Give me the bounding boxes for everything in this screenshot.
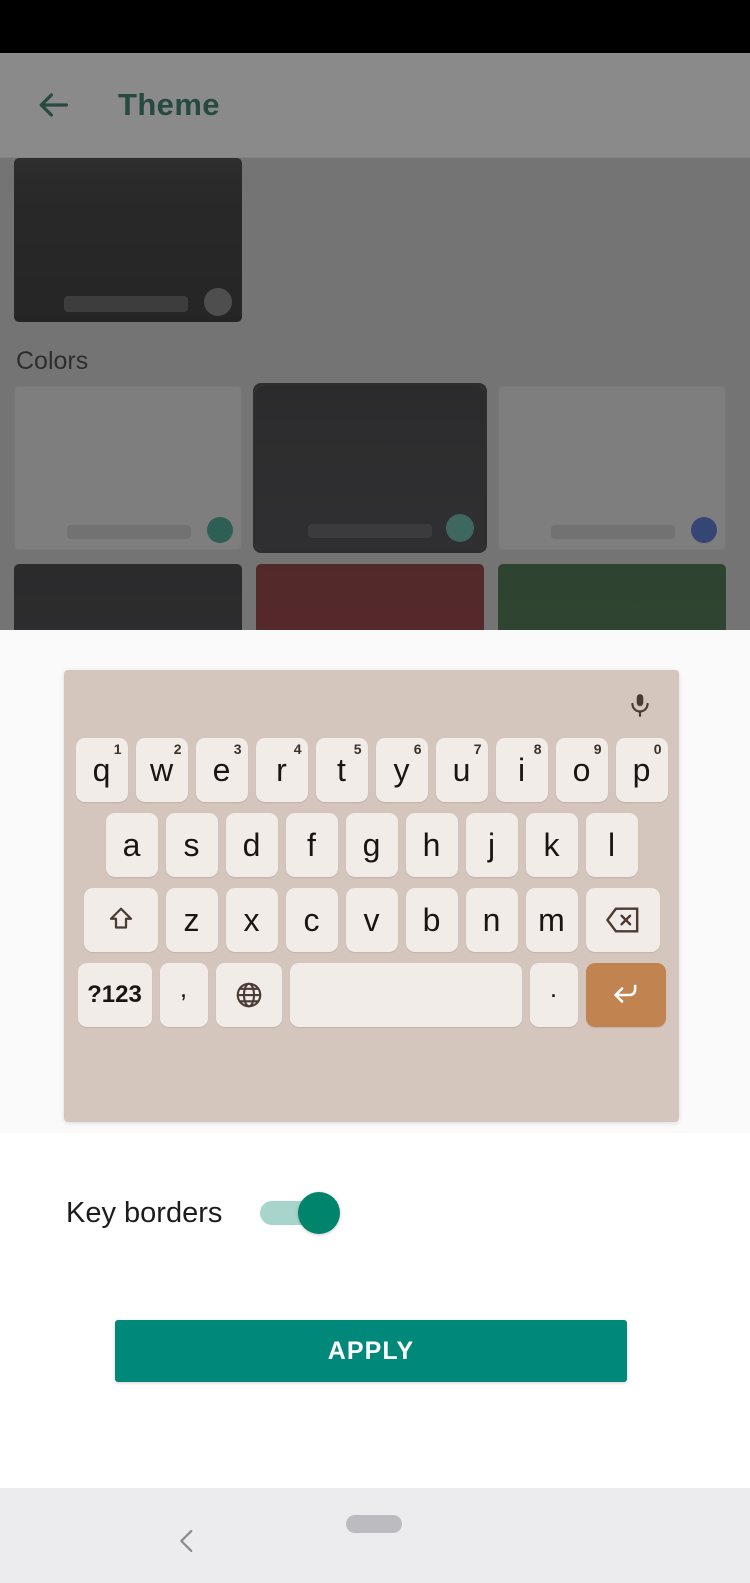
period-key[interactable]: . — [529, 963, 578, 1027]
key-label: i — [517, 751, 526, 788]
key-b[interactable]: b — [405, 888, 458, 952]
shift-icon[interactable] — [83, 888, 158, 952]
key-label: , — [179, 972, 188, 1003]
comma-key[interactable]: , — [159, 963, 208, 1027]
dim-scrim-overlay[interactable] — [0, 53, 750, 630]
key-g[interactable]: g — [345, 813, 398, 877]
key-k[interactable]: k — [525, 813, 578, 877]
key-t[interactable]: 5 t — [315, 738, 368, 802]
key-hint: 9 — [593, 741, 602, 757]
key-label: y — [393, 751, 410, 788]
key-z[interactable]: z — [165, 888, 218, 952]
keyboard-preview-area: 1 q 2 w 3 e 4 r 5 t 6 y 7 u 8 i 9 o 0 p … — [0, 630, 750, 1133]
key-o[interactable]: 9 o — [555, 738, 608, 802]
key-hint: 7 — [473, 741, 482, 757]
keyboard-row-4: ?123 , . — [70, 963, 673, 1027]
key-hint: 1 — [113, 741, 122, 757]
key-label: f — [307, 826, 316, 863]
key-label: e — [212, 751, 231, 788]
key-m[interactable]: m — [525, 888, 578, 952]
backspace-icon[interactable] — [585, 888, 660, 952]
key-a[interactable]: a — [105, 813, 158, 877]
key-v[interactable]: v — [345, 888, 398, 952]
key-hint: 2 — [173, 741, 182, 757]
keyboard-toolbar — [64, 670, 679, 738]
keyboard-row-3: z x c v b n m — [70, 888, 673, 952]
key-s[interactable]: s — [165, 813, 218, 877]
key-hint: 8 — [533, 741, 542, 757]
key-label: n — [482, 901, 501, 938]
key-u[interactable]: 7 u — [435, 738, 488, 802]
system-nav-bar — [0, 1488, 750, 1583]
toggle-thumb — [298, 1192, 341, 1234]
key-l[interactable]: l — [585, 813, 638, 877]
key-label: x — [243, 901, 260, 938]
apply-button[interactable]: APPLY — [115, 1320, 627, 1382]
key-label: r — [276, 751, 287, 788]
key-label: c — [303, 901, 320, 938]
home-pill[interactable] — [346, 1515, 402, 1533]
key-label: m — [538, 901, 565, 938]
key-label: w — [149, 751, 174, 788]
key-label: . — [549, 972, 558, 1003]
key-r[interactable]: 4 r — [255, 738, 308, 802]
key-label: v — [363, 901, 380, 938]
key-label: h — [422, 826, 441, 863]
key-y[interactable]: 6 y — [375, 738, 428, 802]
key-n[interactable]: n — [465, 888, 518, 952]
key-label: z — [183, 901, 200, 938]
key-label: p — [632, 751, 651, 788]
keyboard-row-1: 1 q 2 w 3 e 4 r 5 t 6 y 7 u 8 i 9 o 0 p — [70, 738, 673, 802]
phone-screen: Theme Colors — [0, 0, 750, 1583]
key-p[interactable]: 0 p — [615, 738, 668, 802]
key-i[interactable]: 8 i — [495, 738, 548, 802]
key-label: a — [122, 826, 141, 863]
key-label: d — [242, 826, 261, 863]
key-hint: 0 — [653, 741, 662, 757]
chevron-left-icon[interactable] — [170, 1524, 206, 1560]
key-f[interactable]: f — [285, 813, 338, 877]
key-j[interactable]: j — [465, 813, 518, 877]
key-borders-setting-row[interactable]: Key borders — [0, 1133, 750, 1293]
key-hint: 4 — [293, 741, 302, 757]
keyboard-row-2: a s d f g h j k l — [70, 813, 673, 877]
key-borders-label: Key borders — [66, 1196, 223, 1229]
globe-icon[interactable] — [215, 963, 282, 1027]
key-label: j — [487, 826, 496, 863]
key-label: l — [607, 826, 616, 863]
key-hint: 5 — [353, 741, 362, 757]
key-label: g — [362, 826, 381, 863]
key-x[interactable]: x — [225, 888, 278, 952]
keyboard-rows: 1 q 2 w 3 e 4 r 5 t 6 y 7 u 8 i 9 o 0 p … — [64, 738, 679, 1027]
keyboard-preview: 1 q 2 w 3 e 4 r 5 t 6 y 7 u 8 i 9 o 0 p … — [64, 670, 679, 1122]
key-borders-toggle[interactable] — [260, 1192, 341, 1234]
key-hint: 3 — [233, 741, 242, 757]
symbols-key[interactable]: ?123 — [77, 963, 152, 1027]
key-label: q — [92, 751, 111, 788]
key-e[interactable]: 3 e — [195, 738, 248, 802]
key-label: b — [422, 901, 441, 938]
key-d[interactable]: d — [225, 813, 278, 877]
key-label: u — [452, 751, 471, 788]
key-c[interactable]: c — [285, 888, 338, 952]
key-q[interactable]: 1 q — [75, 738, 128, 802]
key-hint: 6 — [413, 741, 422, 757]
key-label: k — [543, 826, 560, 863]
space-key[interactable] — [289, 963, 522, 1027]
enter-icon[interactable] — [585, 963, 666, 1027]
status-bar — [0, 0, 750, 53]
key-label: o — [572, 751, 591, 788]
key-w[interactable]: 2 w — [135, 738, 188, 802]
key-label: t — [337, 751, 346, 788]
key-label: s — [183, 826, 200, 863]
theme-apply-bottom-sheet: 1 q 2 w 3 e 4 r 5 t 6 y 7 u 8 i 9 o 0 p … — [0, 630, 750, 1488]
microphone-icon[interactable] — [623, 688, 657, 722]
key-label: ?123 — [87, 981, 142, 1008]
key-h[interactable]: h — [405, 813, 458, 877]
